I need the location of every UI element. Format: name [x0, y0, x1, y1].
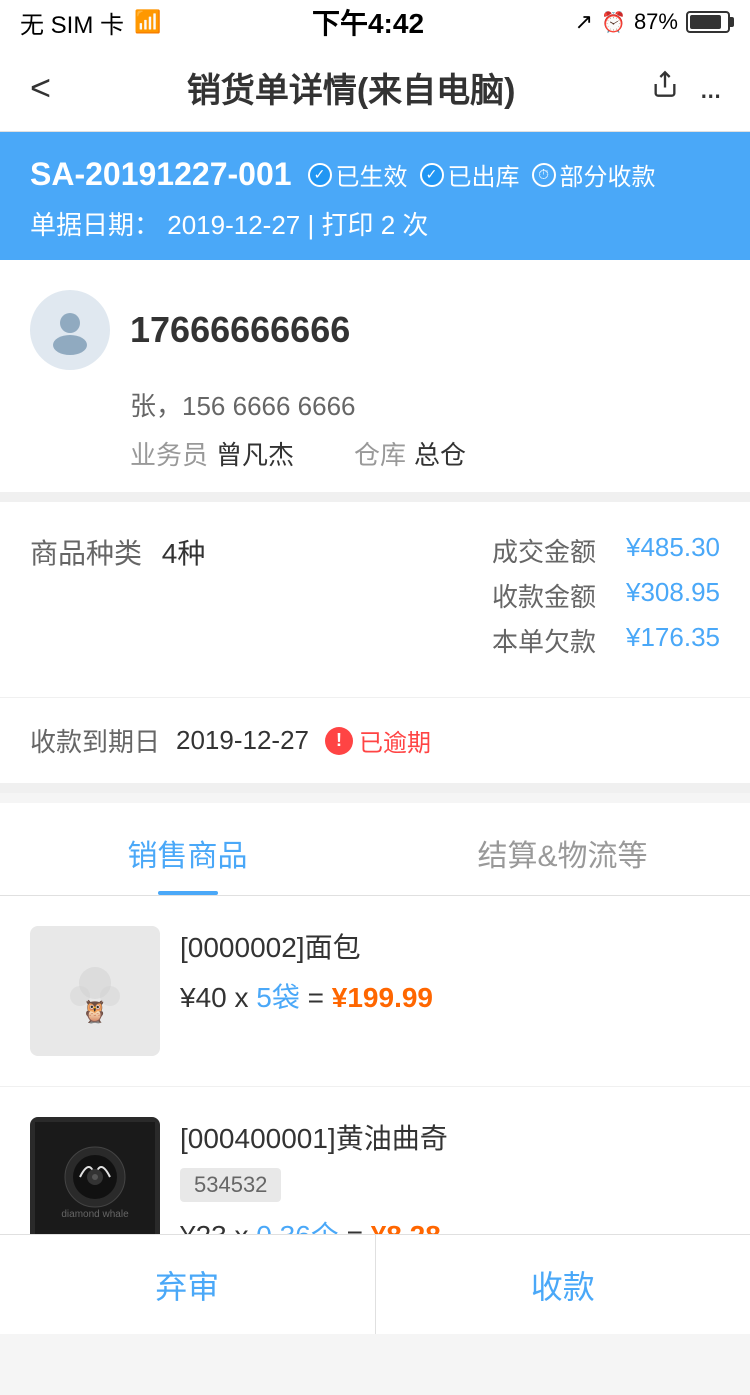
product-info-1: [0000002]面包 ¥40 x 5袋 = ¥199.99	[180, 926, 720, 1016]
summary-section: 商品种类 4种 成交金额 ¥485.30 收款金额 ¥308.95 本单欠款 ¥…	[0, 502, 750, 697]
collect-payment-button[interactable]: 收款	[376, 1235, 750, 1334]
due-date-section: 收款到期日 2019-12-27 ! 已逾期	[0, 697, 750, 783]
print-label: 打印	[321, 210, 373, 240]
salesman-value: 曾凡杰	[216, 435, 294, 472]
alarm-icon: ⏰	[601, 10, 626, 35]
battery-percent: 87%	[634, 9, 678, 35]
print-count: 2 次	[381, 210, 429, 240]
location-icon: ↗	[575, 9, 593, 35]
print-separator: |	[307, 210, 321, 240]
customer-id: 17666666666	[130, 309, 350, 351]
tab-settlement[interactable]: 结算&物流等	[375, 803, 750, 895]
product-tag-2: 534532	[180, 1168, 281, 1202]
deal-amount-value: ¥485.30	[626, 532, 720, 569]
overdue-icon: !	[325, 727, 353, 755]
check-icon-2: ✓	[420, 163, 444, 187]
overdue-badge: ! 已逾期	[325, 723, 431, 758]
back-button[interactable]: <	[30, 67, 51, 109]
tab-sales-products[interactable]: 销售商品	[0, 803, 375, 895]
warehouse-value: 总仓	[414, 435, 466, 472]
banner-date: 单据日期： 2019-12-27 | 打印 2 次	[30, 205, 720, 242]
clock-icon: ⏱	[532, 163, 556, 187]
debt-value: ¥176.35	[626, 622, 720, 659]
divider-2	[0, 783, 750, 793]
product-type-value: 4种	[162, 538, 206, 569]
status-right: ↗ ⏰ 87%	[575, 9, 730, 35]
due-date-value: 2019-12-27	[176, 725, 309, 756]
status-label-1: 已生效	[336, 157, 408, 192]
warehouse-meta: 仓库 总仓	[354, 435, 466, 472]
price-eq-1: =	[308, 982, 332, 1013]
received-value: ¥308.95	[626, 577, 720, 614]
bottom-bar: 弃审 收款	[0, 1234, 750, 1334]
more-button[interactable]: ...	[699, 69, 720, 106]
summary-right: 成交金额 ¥485.30 收款金额 ¥308.95 本单欠款 ¥176.35	[492, 532, 720, 667]
debt-amount-row: 本单欠款 ¥176.35	[492, 622, 720, 659]
order-number: SA-20191227-001	[30, 156, 292, 193]
customer-meta: 业务员 曾凡杰 仓库 总仓	[30, 435, 720, 472]
salesman-label: 业务员	[130, 435, 208, 472]
status-badge-3: ⏱ 部分收款	[532, 157, 656, 192]
product-type-item: 商品种类 4种	[30, 532, 205, 572]
deal-amount-row: 成交金额 ¥485.30	[492, 532, 720, 569]
price-total-1: ¥199.99	[332, 982, 433, 1013]
product-name-1: [0000002]面包	[180, 926, 720, 966]
abandon-review-button[interactable]: 弃审	[0, 1235, 376, 1334]
status-left: 无 SIM 卡 📶	[20, 5, 161, 40]
svg-text:🦉: 🦉	[81, 999, 108, 1024]
customer-name: 张，156 6666 6666	[30, 386, 720, 423]
product-type-label: 商品种类	[30, 538, 142, 569]
date-value: 2019-12-27	[167, 210, 300, 240]
status-label-3: 部分收款	[560, 157, 656, 192]
avatar	[30, 290, 110, 370]
page-title: 销货单详情(来自电脑)	[187, 63, 516, 112]
battery-icon	[686, 11, 730, 33]
status-badges: ✓ 已生效 ✓ 已出库 ⏱ 部分收款	[308, 157, 656, 192]
list-item: 🦉 [0000002]面包 ¥40 x 5袋 = ¥199.99	[0, 896, 750, 1087]
received-label: 收款金额	[492, 577, 596, 614]
price-x-1: x	[235, 982, 257, 1013]
salesman-meta: 业务员 曾凡杰	[130, 435, 294, 472]
battery-fill	[690, 15, 721, 29]
product-thumbnail-2: diamond whale	[30, 1117, 160, 1247]
check-icon-1: ✓	[308, 163, 332, 187]
product-list: 🦉 [0000002]面包 ¥40 x 5袋 = ¥199.99 diamo	[0, 896, 750, 1285]
status-badge-2: ✓ 已出库	[420, 157, 520, 192]
nav-bar: < 销货单详情(来自电脑) ...	[0, 44, 750, 132]
summary-left: 商品种类 4种	[30, 532, 205, 578]
svg-text:diamond whale: diamond whale	[61, 1209, 129, 1220]
date-label: 单据日期：	[30, 210, 160, 240]
customer-row: 17666666666	[30, 290, 720, 370]
header-banner: SA-20191227-001 ✓ 已生效 ✓ 已出库 ⏱ 部分收款 单据日期：…	[0, 132, 750, 260]
wifi-icon: 📶	[134, 9, 161, 35]
customer-section: 17666666666 张，156 6666 6666 业务员 曾凡杰 仓库 总…	[0, 260, 750, 492]
debt-label: 本单欠款	[492, 622, 596, 659]
status-label-2: 已出库	[448, 157, 520, 192]
status-time: 下午4:42	[312, 2, 424, 42]
received-amount-row: 收款金额 ¥308.95	[492, 577, 720, 614]
share-button[interactable]	[651, 70, 679, 106]
product-price-1: ¥40 x 5袋 = ¥199.99	[180, 976, 720, 1016]
nav-actions: ...	[651, 69, 720, 106]
product-thumbnail-1: 🦉	[30, 926, 160, 1056]
due-label: 收款到期日	[30, 722, 160, 759]
deal-amount-label: 成交金额	[492, 532, 596, 569]
carrier-label: 无 SIM 卡	[20, 5, 124, 40]
price-qty-1: 5袋	[256, 982, 300, 1013]
product-name-2: [000400001]黄油曲奇	[180, 1117, 720, 1157]
status-badge-1: ✓ 已生效	[308, 157, 408, 192]
overdue-text: 已逾期	[359, 723, 431, 758]
tabs-row: 销售商品 结算&物流等	[0, 803, 750, 896]
price-base-1: ¥40	[180, 982, 227, 1013]
status-bar: 无 SIM 卡 📶 下午4:42 ↗ ⏰ 87%	[0, 0, 750, 44]
tabs-section: 销售商品 结算&物流等	[0, 803, 750, 896]
divider-1	[0, 492, 750, 502]
warehouse-label: 仓库	[354, 435, 406, 472]
order-row: SA-20191227-001 ✓ 已生效 ✓ 已出库 ⏱ 部分收款	[30, 156, 720, 193]
